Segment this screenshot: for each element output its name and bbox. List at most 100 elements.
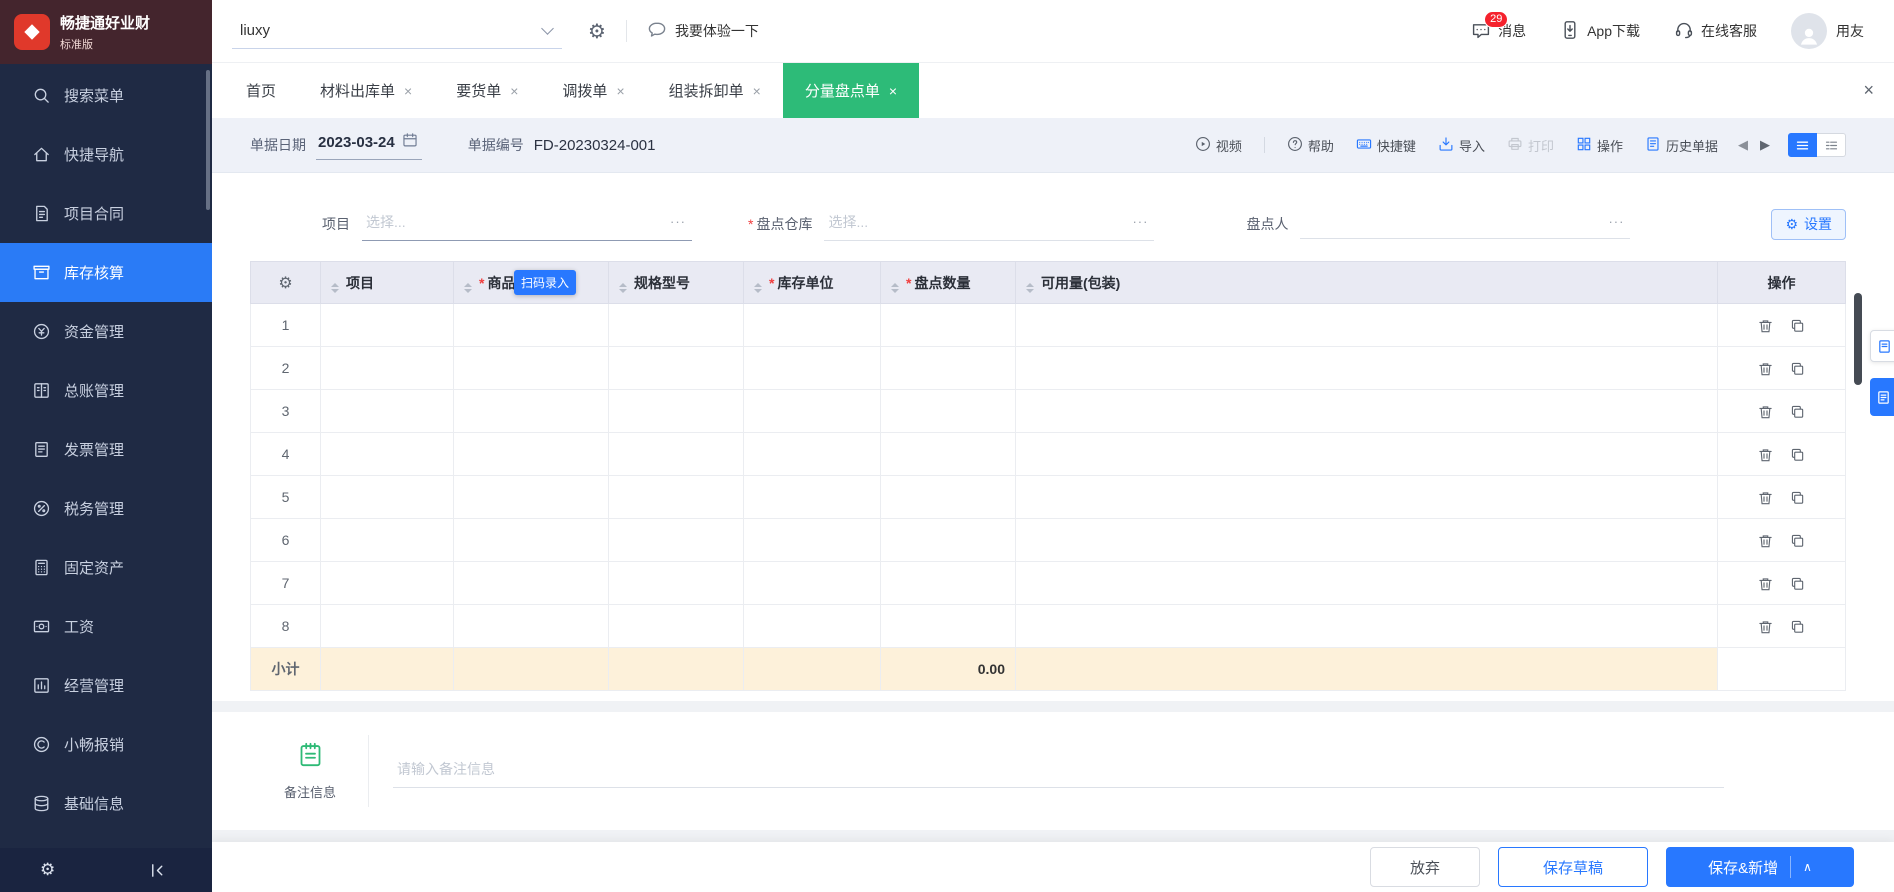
close-icon[interactable]: × <box>616 83 624 99</box>
cell-available[interactable] <box>1015 303 1718 347</box>
cell-unit[interactable] <box>743 604 881 648</box>
messages-button[interactable]: 29 消息 <box>1471 11 1526 41</box>
copy-row-icon[interactable] <box>1790 447 1805 463</box>
col-available[interactable]: 可用量(包装) <box>1015 261 1718 304</box>
delete-row-icon[interactable] <box>1758 576 1773 592</box>
col-project[interactable]: 项目 <box>320 261 454 304</box>
delete-row-icon[interactable] <box>1758 361 1773 377</box>
cell-unit[interactable] <box>743 561 881 605</box>
cell-project[interactable] <box>320 346 454 390</box>
copy-row-icon[interactable] <box>1790 404 1805 420</box>
print-button[interactable]: 打印 <box>1507 136 1554 155</box>
collapse-sidebar-icon[interactable] <box>149 862 166 879</box>
tab-home[interactable]: 首页 <box>224 63 298 118</box>
delete-row-icon[interactable] <box>1758 490 1773 506</box>
close-all-icon[interactable]: × <box>1863 80 1874 101</box>
cell-project[interactable] <box>320 604 454 648</box>
sidebar-item-project-contract[interactable]: 项目合同 <box>0 184 212 243</box>
calendar-icon[interactable] <box>402 132 418 153</box>
close-icon[interactable]: × <box>510 83 518 99</box>
more-icon[interactable]: ··· <box>1132 214 1148 229</box>
cell-qty[interactable] <box>880 475 1016 519</box>
cell-spec[interactable] <box>608 518 744 562</box>
cell-goods[interactable] <box>453 561 609 605</box>
operations-button[interactable]: 操作 <box>1576 136 1623 155</box>
grid-settings-icon[interactable]: ⚙ <box>278 275 292 292</box>
cell-qty[interactable] <box>880 604 1016 648</box>
discard-button[interactable]: 放弃 <box>1370 847 1480 887</box>
tab-transfer[interactable]: 调拨单 × <box>540 63 646 118</box>
cell-goods[interactable] <box>453 303 609 347</box>
gear-icon[interactable]: ⚙ <box>40 860 55 880</box>
copy-row-icon[interactable] <box>1790 619 1805 635</box>
account-select[interactable]: liuxy <box>232 14 562 49</box>
video-button[interactable]: 视频 <box>1195 136 1242 155</box>
cell-unit[interactable] <box>743 475 881 519</box>
cell-goods[interactable] <box>453 604 609 648</box>
cell-qty[interactable] <box>880 346 1016 390</box>
import-button[interactable]: 导入 <box>1438 136 1485 155</box>
delete-row-icon[interactable] <box>1758 533 1773 549</box>
cell-available[interactable] <box>1015 475 1718 519</box>
close-icon[interactable]: × <box>753 83 761 99</box>
cell-qty[interactable] <box>880 303 1016 347</box>
sidebar-item-basic-info[interactable]: 基础信息 <box>0 774 212 833</box>
cell-available[interactable] <box>1015 389 1718 433</box>
col-goods[interactable]: * 商品 扫码录入 <box>453 261 609 304</box>
copy-row-icon[interactable] <box>1790 318 1805 334</box>
cell-project[interactable] <box>320 561 454 605</box>
cell-project[interactable] <box>320 518 454 562</box>
more-icon[interactable]: ··· <box>1608 214 1624 229</box>
close-icon[interactable]: × <box>404 83 412 99</box>
tab-requisition[interactable]: 要货单 × <box>434 63 540 118</box>
copy-row-icon[interactable] <box>1790 533 1805 549</box>
tab-weight-count[interactable]: 分量盘点单 × <box>782 63 920 118</box>
cell-unit[interactable] <box>743 518 881 562</box>
sidebar-scrollbar[interactable] <box>206 70 210 210</box>
sidebar-item-salary[interactable]: 工资 <box>0 597 212 656</box>
cell-available[interactable] <box>1015 518 1718 562</box>
side-panel-toggle-top[interactable] <box>1870 330 1894 362</box>
sidebar-item-business-management[interactable]: 经营管理 <box>0 656 212 715</box>
cell-goods[interactable] <box>453 346 609 390</box>
col-unit[interactable]: * 库存单位 <box>743 261 881 304</box>
help-button[interactable]: 帮助 <box>1287 136 1334 155</box>
sidebar-item-inventory-accounting[interactable]: 库存核算 <box>0 243 212 302</box>
user-menu[interactable]: 用友 <box>1791 13 1864 49</box>
settings-button[interactable]: ⚙ 设置 <box>1771 208 1846 240</box>
save-and-new-button[interactable]: 保存&新增 ∧ <box>1666 847 1854 887</box>
gear-icon[interactable]: ⚙ <box>588 19 606 44</box>
delete-row-icon[interactable] <box>1758 619 1773 635</box>
side-panel-toggle-bottom[interactable] <box>1870 378 1894 416</box>
col-spec[interactable]: 规格型号 <box>608 261 744 304</box>
tab-material-outbound[interactable]: 材料出库单 × <box>298 63 434 118</box>
cell-available[interactable] <box>1015 561 1718 605</box>
cell-spec[interactable] <box>608 561 744 605</box>
sidebar-item-invoice-management[interactable]: 发票管理 <box>0 420 212 479</box>
col-qty[interactable]: * 盘点数量 <box>880 261 1016 304</box>
cell-unit[interactable] <box>743 346 881 390</box>
cell-spec[interactable] <box>608 604 744 648</box>
app-download-button[interactable]: App下载 <box>1560 20 1640 43</box>
sidebar-item-expense[interactable]: 小畅报销 <box>0 715 212 774</box>
remark-input[interactable] <box>393 754 1724 788</box>
copy-row-icon[interactable] <box>1790 490 1805 506</box>
cell-available[interactable] <box>1015 346 1718 390</box>
cell-spec[interactable] <box>608 389 744 433</box>
tab-assembly[interactable]: 组装拆卸单 × <box>647 63 783 118</box>
warehouse-input[interactable]: 选择... ··· <box>824 208 1155 241</box>
sidebar-item-quick-nav[interactable]: 快捷导航 <box>0 125 212 184</box>
cell-unit[interactable] <box>743 303 881 347</box>
cell-qty[interactable] <box>880 518 1016 562</box>
shortcut-keys-button[interactable]: 快捷键 <box>1356 136 1416 155</box>
cell-project[interactable] <box>320 303 454 347</box>
cell-spec[interactable] <box>608 303 744 347</box>
sidebar-item-search-menu[interactable]: 搜索菜单 <box>0 66 212 125</box>
cell-goods[interactable] <box>453 389 609 433</box>
cell-project[interactable] <box>320 475 454 519</box>
cell-project[interactable] <box>320 432 454 476</box>
cell-goods[interactable] <box>453 518 609 562</box>
close-icon[interactable]: × <box>889 83 897 99</box>
delete-row-icon[interactable] <box>1758 404 1773 420</box>
cell-spec[interactable] <box>608 432 744 476</box>
